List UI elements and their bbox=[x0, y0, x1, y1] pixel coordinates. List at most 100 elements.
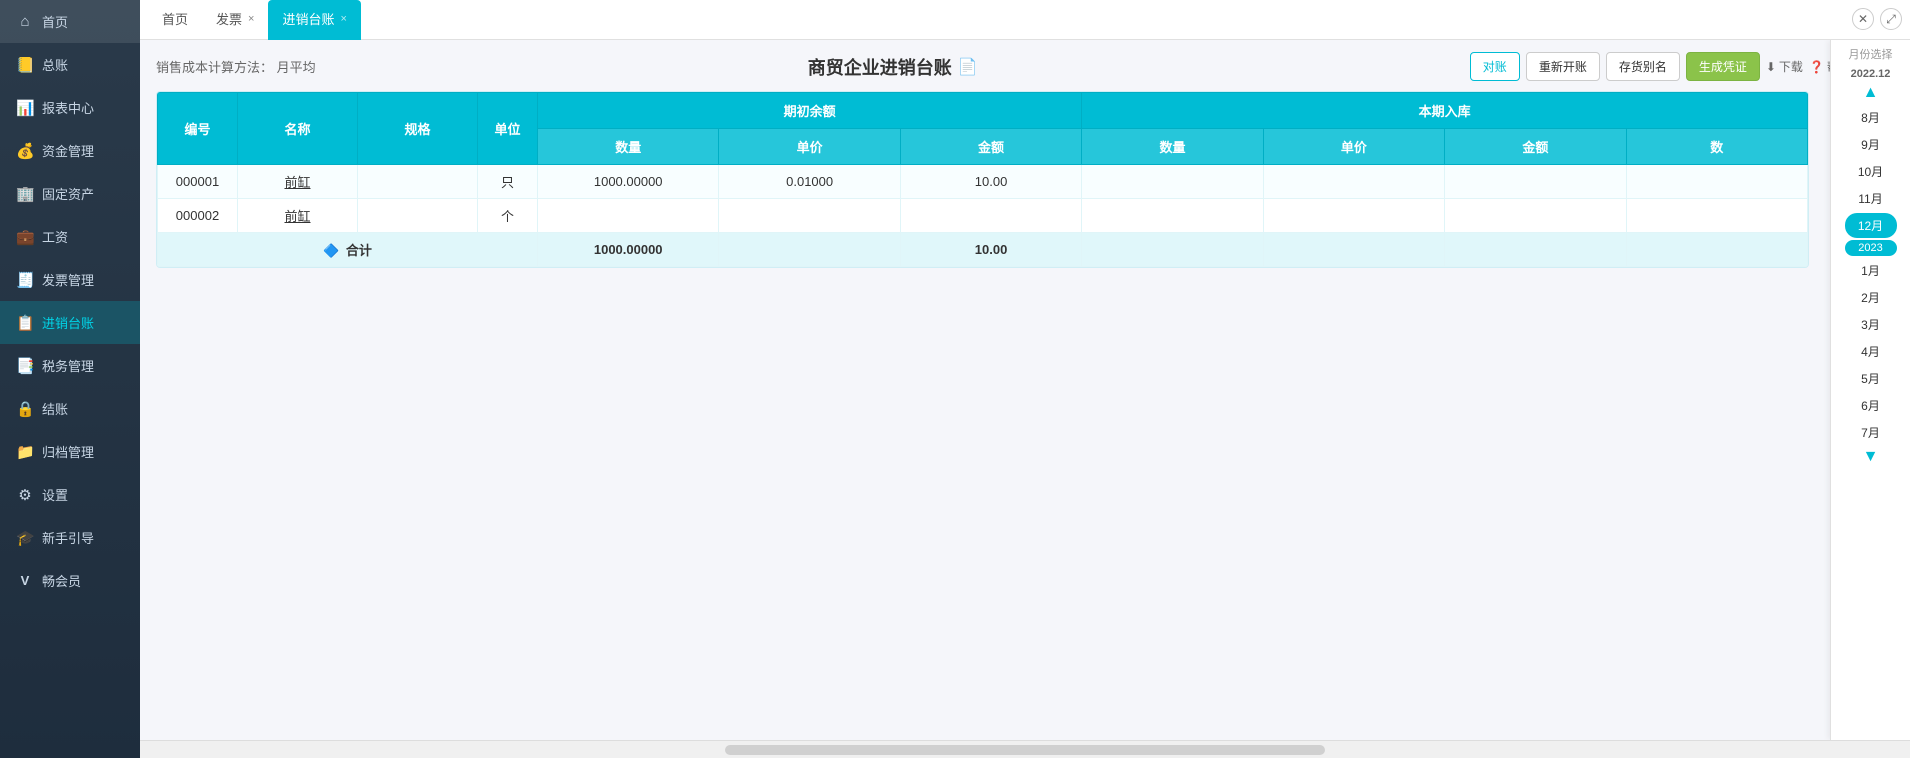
cell-amount-in bbox=[1445, 199, 1626, 233]
month-item-11[interactable]: 11月 bbox=[1845, 186, 1897, 211]
settings-icon: ⚙ bbox=[16, 486, 34, 504]
reconcile-button[interactable]: 对账 bbox=[1470, 52, 1520, 81]
sidebar-item-payroll[interactable]: 💼 工资 bbox=[0, 215, 140, 258]
month-item-2[interactable]: 2月 bbox=[1845, 285, 1897, 310]
download-label: 下载 bbox=[1779, 58, 1803, 75]
window-maximize-button[interactable]: ⤢ bbox=[1880, 8, 1902, 30]
total-qty-open: 1000.00000 bbox=[538, 233, 719, 267]
month-prev-button[interactable]: ▲ bbox=[1861, 82, 1881, 104]
cell-extra bbox=[1626, 199, 1807, 233]
month-item-8[interactable]: 8月 bbox=[1845, 105, 1897, 130]
total-amount-in bbox=[1445, 233, 1626, 267]
save-alias-button[interactable]: 存货别名 bbox=[1606, 52, 1680, 81]
sidebar-item-close-accounts[interactable]: 🔒 结账 bbox=[0, 387, 140, 430]
sidebar-item-settings[interactable]: ⚙ 设置 bbox=[0, 473, 140, 516]
sidebar-item-member[interactable]: V 畅会员 bbox=[0, 559, 140, 602]
month-next-button[interactable]: ▼ bbox=[1861, 446, 1881, 468]
sidebar-item-reports[interactable]: 📊 报表中心 bbox=[0, 86, 140, 129]
generate-voucher-button[interactable]: 生成凭证 bbox=[1686, 52, 1760, 81]
invoice-mgmt-icon: 🧾 bbox=[16, 271, 34, 289]
cell-unit: 个 bbox=[478, 199, 538, 233]
tab-home[interactable]: 首页 bbox=[148, 0, 202, 40]
sidebar-item-purchase-sales[interactable]: 📋 进销台账 bbox=[0, 301, 140, 344]
sidebar-item-ledger-label: 总账 bbox=[42, 55, 68, 74]
title-area: 销售成本计算方法： 月平均 商贸企业进销台账 📄 对账 重新开账 存货别名 生成… bbox=[156, 52, 1894, 81]
year-2022-label: 2022.12 bbox=[1851, 68, 1891, 80]
cell-price-open: 0.01000 bbox=[719, 165, 900, 199]
tab-invoice-close[interactable]: × bbox=[248, 13, 254, 25]
col-group-inbound: 本期入库 bbox=[1082, 93, 1808, 129]
month-item-7[interactable]: 7月 bbox=[1845, 420, 1897, 445]
tabs-bar: 首页 发票 × 进销台账 × bbox=[140, 0, 1910, 40]
tab-invoice[interactable]: 发票 × bbox=[202, 0, 268, 40]
sidebar-item-tax[interactable]: 📑 税务管理 bbox=[0, 344, 140, 387]
col-header-price-open: 单价 bbox=[719, 129, 900, 165]
cost-method-value: 月平均 bbox=[277, 60, 316, 75]
sidebar-item-guide-label: 新手引导 bbox=[42, 528, 94, 547]
month-item-9[interactable]: 9月 bbox=[1845, 132, 1897, 157]
tab-purchase-sales[interactable]: 进销台账 × bbox=[268, 0, 360, 40]
month-panel-title: 月份选择 bbox=[1845, 46, 1897, 62]
cell-price-in bbox=[1263, 199, 1444, 233]
cell-extra bbox=[1626, 165, 1807, 199]
sidebar-item-assets[interactable]: 🏢 固定资产 bbox=[0, 172, 140, 215]
total-qty-in bbox=[1082, 233, 1263, 267]
total-label: 🔷 合计 bbox=[158, 233, 538, 267]
sidebar-item-invoice-mgmt[interactable]: 🧾 发票管理 bbox=[0, 258, 140, 301]
cell-price-in bbox=[1263, 165, 1444, 199]
member-icon: V bbox=[16, 573, 34, 588]
month-item-1[interactable]: 1月 bbox=[1845, 258, 1897, 283]
month-item-5[interactable]: 5月 bbox=[1845, 366, 1897, 391]
sidebar-item-home[interactable]: ⌂ 首页 bbox=[0, 0, 140, 43]
month-item-12[interactable]: 12月 bbox=[1845, 213, 1897, 238]
col-header-qty-in: 数量 bbox=[1082, 129, 1263, 165]
window-controls: ✕ ⤢ bbox=[1852, 8, 1902, 30]
total-price-open bbox=[719, 233, 900, 267]
tab-home-label: 首页 bbox=[162, 9, 188, 28]
sidebar-item-guide[interactable]: 🎓 新手引导 bbox=[0, 516, 140, 559]
download-button[interactable]: ⬇ 下载 bbox=[1766, 58, 1803, 75]
window-close-button[interactable]: ✕ bbox=[1852, 8, 1874, 30]
month-item-4[interactable]: 4月 bbox=[1845, 339, 1897, 364]
month-item-3[interactable]: 3月 bbox=[1845, 312, 1897, 337]
archive-icon: 📁 bbox=[16, 443, 34, 461]
sidebar-item-ledger[interactable]: 📒 总账 bbox=[0, 43, 140, 86]
cell-amount-in bbox=[1445, 165, 1626, 199]
cell-unit: 只 bbox=[478, 165, 538, 199]
sidebar-item-invoice-mgmt-label: 发票管理 bbox=[42, 270, 94, 289]
total-row: 🔷 合计 1000.00000 10.00 bbox=[158, 233, 1808, 267]
sidebar-item-funds[interactable]: 💰 资金管理 bbox=[0, 129, 140, 172]
cell-spec bbox=[358, 199, 478, 233]
year-2023-badge: 2023 bbox=[1845, 240, 1897, 256]
reopen-button[interactable]: 重新开账 bbox=[1526, 52, 1600, 81]
sidebar-item-archive[interactable]: 📁 归档管理 bbox=[0, 430, 140, 473]
data-table-wrap: 编号 名称 规格 单位 期初余额 本期入库 数量 单价 金额 数量 单价 金额 bbox=[156, 91, 1809, 268]
cell-id: 000002 bbox=[158, 199, 238, 233]
cell-qty-open: 1000.00000 bbox=[538, 165, 719, 199]
sidebar-item-funds-label: 资金管理 bbox=[42, 141, 94, 160]
month-item-6[interactable]: 6月 bbox=[1845, 393, 1897, 418]
ledger-icon: 📒 bbox=[16, 56, 34, 74]
tab-purchase-sales-close[interactable]: × bbox=[340, 13, 346, 25]
col-header-spec: 规格 bbox=[358, 93, 478, 165]
funds-icon: 💰 bbox=[16, 142, 34, 160]
reports-icon: 📊 bbox=[16, 99, 34, 117]
total-price-in bbox=[1263, 233, 1444, 267]
col-group-opening: 期初余额 bbox=[538, 93, 1082, 129]
month-item-10[interactable]: 10月 bbox=[1845, 159, 1897, 184]
table-row: 000002 前缸 个 bbox=[158, 199, 1808, 233]
cell-qty-in bbox=[1082, 165, 1263, 199]
home-icon: ⌂ bbox=[16, 13, 34, 30]
info-icon[interactable]: 📄 bbox=[958, 57, 978, 77]
sidebar-item-settings-label: 设置 bbox=[42, 485, 68, 504]
col-header-name: 名称 bbox=[238, 93, 358, 165]
page-title: 商贸企业进销台账 📄 bbox=[808, 54, 978, 80]
data-table: 编号 名称 规格 单位 期初余额 本期入库 数量 单价 金额 数量 单价 金额 bbox=[157, 92, 1808, 267]
tab-invoice-label: 发票 bbox=[216, 9, 242, 28]
table-row: 000001 前缸 只 1000.00000 0.01000 10.00 bbox=[158, 165, 1808, 199]
sidebar-item-assets-label: 固定资产 bbox=[42, 184, 94, 203]
assets-icon: 🏢 bbox=[16, 185, 34, 203]
horizontal-scrollbar[interactable] bbox=[725, 745, 1325, 755]
purchase-sales-icon: 📋 bbox=[16, 314, 34, 332]
tax-icon: 📑 bbox=[16, 357, 34, 375]
